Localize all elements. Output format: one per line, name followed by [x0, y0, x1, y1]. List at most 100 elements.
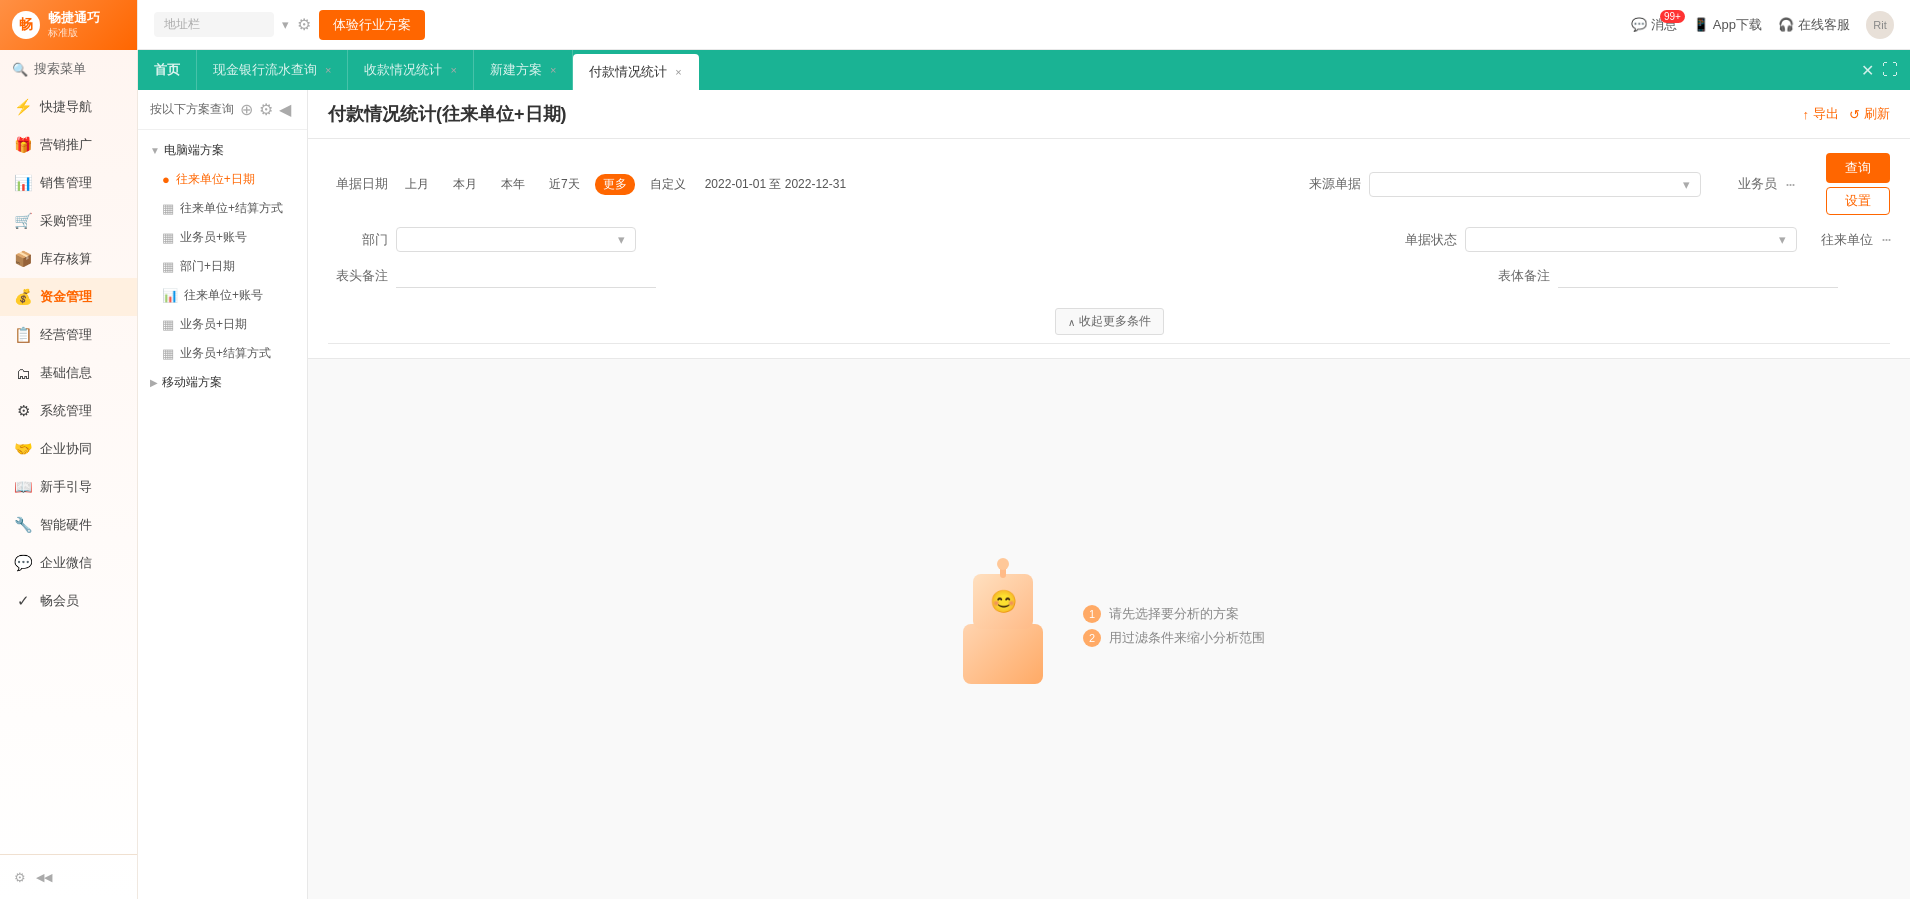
dropdown-arrow-icon[interactable]: ▾: [282, 17, 289, 32]
collapse-conditions-btn[interactable]: 收起更多条件: [1055, 308, 1164, 335]
tab-new-scheme[interactable]: 新建方案 ×: [474, 50, 573, 90]
date-label: 单据日期: [328, 175, 388, 193]
scheme-item-staff-settle-label: 业务员+结算方式: [180, 345, 271, 362]
coop-icon: 🤝: [14, 440, 32, 458]
scheme-group-desktop-header[interactable]: ▼ 电脑端方案: [138, 136, 307, 165]
tab-receipt-stat-close[interactable]: ×: [450, 64, 456, 76]
sidebar-item-label: 基础信息: [40, 364, 92, 382]
status-select[interactable]: [1465, 227, 1797, 252]
chevron-down-icon: ▼: [150, 145, 160, 156]
date-btn-last-month[interactable]: 上月: [396, 173, 438, 196]
tab-receipt-stat[interactable]: 收款情况统计 ×: [348, 50, 473, 90]
message-btn[interactable]: 💬 消息 99+: [1631, 16, 1677, 34]
topbar-left: 地址栏 ▾ ⚙ 体验行业方案: [154, 10, 1619, 40]
online-service-btn[interactable]: 🎧 在线客服: [1778, 16, 1850, 34]
tab-bank-flow-close[interactable]: ×: [325, 64, 331, 76]
collapse-label: 收起更多条件: [1079, 313, 1151, 330]
unit-select-btn[interactable]: ···: [1881, 229, 1890, 250]
scheme-group-mobile-header[interactable]: ▶ 移动端方案: [138, 368, 307, 397]
page-actions: ↑ 导出 ↺ 刷新: [1803, 105, 1891, 123]
app-download-btn[interactable]: 📱 App下载: [1693, 16, 1762, 34]
message-icon: 💬: [1631, 17, 1647, 32]
sidebar-item-label: 销售管理: [40, 174, 92, 192]
empty-texts: 1 请先选择要分析的方案 2 用过滤条件来缩小分析范围: [1083, 605, 1265, 653]
sidebar-item-coop[interactable]: 🤝 企业协同: [0, 430, 137, 468]
sidebar-item-member[interactable]: ✓ 畅会员: [0, 582, 137, 620]
close-all-icon[interactable]: ✕: [1861, 61, 1874, 80]
scheme-item-staff-date-label: 业务员+日期: [180, 316, 247, 333]
purchase-icon: 🛒: [14, 212, 32, 230]
set-btn[interactable]: 设置: [1826, 187, 1890, 215]
scheme-settings-icon[interactable]: ⚙: [259, 100, 273, 119]
user-avatar[interactable]: Rit: [1866, 11, 1894, 39]
logo-sub: 标准版: [48, 26, 100, 40]
scheme-item-staff-settle[interactable]: ▦ 业务员+结算方式: [138, 339, 307, 368]
source-select[interactable]: [1369, 172, 1701, 197]
refresh-btn[interactable]: ↺ 刷新: [1849, 105, 1890, 123]
scheme-item-unit-date[interactable]: ● 往来单位+日期: [138, 165, 307, 194]
tab-payment-stat-close[interactable]: ×: [675, 66, 681, 78]
scheme-item-dept-date[interactable]: ▦ 部门+日期: [138, 252, 307, 281]
collapse-panel-icon[interactable]: ◀: [279, 100, 291, 119]
sidebar-item-label: 企业微信: [40, 554, 92, 572]
tab-payment-stat[interactable]: 付款情况统计 ×: [573, 54, 698, 90]
staff-select-btn[interactable]: ···: [1785, 174, 1794, 195]
industry-btn[interactable]: 体验行业方案: [319, 10, 425, 40]
search-label: 搜索菜单: [34, 60, 86, 78]
scheme-item-staff-date[interactable]: ▦ 业务员+日期: [138, 310, 307, 339]
main: 地址栏 ▾ ⚙ 体验行业方案 💬 消息 99+ 📱 App下载 🎧 在线客服 R…: [138, 0, 1910, 899]
search-menu[interactable]: 🔍 搜索菜单: [0, 50, 137, 88]
sidebar-item-quick-nav[interactable]: ⚡ 快捷导航: [0, 88, 137, 126]
sidebar-item-purchase[interactable]: 🛒 采购管理: [0, 202, 137, 240]
expand-icon[interactable]: ⛶: [1882, 61, 1898, 79]
dept-select[interactable]: [396, 227, 636, 252]
date-btn-this-year[interactable]: 本年: [492, 173, 534, 196]
date-btn-more[interactable]: 更多: [595, 174, 635, 195]
tab-new-scheme-close[interactable]: ×: [550, 64, 556, 76]
tab-home[interactable]: 首页: [138, 50, 197, 90]
system-icon: ⚙: [14, 402, 32, 420]
sidebar-item-sales[interactable]: 📊 销售管理: [0, 164, 137, 202]
scheme-item-unit-settle[interactable]: ▦ 往来单位+结算方式: [138, 194, 307, 223]
tab-bank-flow[interactable]: 现金银行流水查询 ×: [197, 50, 348, 90]
sidebar-item-label: 新手引导: [40, 478, 92, 496]
collapse-icon[interactable]: ◀◀: [36, 871, 52, 884]
settings-gear-icon[interactable]: ⚙: [297, 15, 311, 34]
date-btn-custom[interactable]: 自定义: [641, 173, 695, 196]
dept-label: 部门: [328, 231, 388, 249]
basic-icon: 🗂: [14, 364, 32, 382]
export-icon: ↑: [1803, 107, 1810, 122]
sidebar-nav: ⚡ 快捷导航 🎁 营销推广 📊 销售管理 🛒 采购管理 📦 库存核算 💰 资金管…: [0, 88, 137, 854]
scheme-item-staff-date-icon: ▦: [162, 317, 174, 332]
export-btn[interactable]: ↑ 导出: [1803, 105, 1840, 123]
sidebar-item-label: 智能硬件: [40, 516, 92, 534]
date-btn-7days[interactable]: 近7天: [540, 173, 589, 196]
add-scheme-btn[interactable]: ⊕: [240, 100, 253, 119]
dept-dropdown-icon: [618, 232, 625, 247]
sidebar-item-capital[interactable]: 💰 资金管理: [0, 278, 137, 316]
sidebar: 畅 畅捷通巧 标准版 🔍 搜索菜单 ⚡ 快捷导航 🎁 营销推广 📊 销售管理 🛒…: [0, 0, 138, 899]
date-btn-this-month[interactable]: 本月: [444, 173, 486, 196]
sidebar-item-operation[interactable]: 📋 经营管理: [0, 316, 137, 354]
body-note-input[interactable]: [1558, 264, 1838, 288]
sidebar-item-system[interactable]: ⚙ 系统管理: [0, 392, 137, 430]
sidebar-item-hardware[interactable]: 🔧 智能硬件: [0, 506, 137, 544]
body-note-label: 表体备注: [1490, 267, 1550, 285]
scheme-item-unit-account[interactable]: 📊 往来单位+账号: [138, 281, 307, 310]
chevron-right-icon: ▶: [150, 377, 158, 388]
filter-col-header-note: 表头备注: [328, 264, 1474, 288]
sidebar-item-label: 库存核算: [40, 250, 92, 268]
sidebar-item-marketing[interactable]: 🎁 营销推广: [0, 126, 137, 164]
sidebar-item-guide[interactable]: 📖 新手引导: [0, 468, 137, 506]
query-btn[interactable]: 查询: [1826, 153, 1890, 183]
inventory-icon: 📦: [14, 250, 32, 268]
scheme-group-desktop-label: 电脑端方案: [164, 142, 224, 159]
scheme-item-staff-account[interactable]: ▦ 业务员+账号: [138, 223, 307, 252]
settings-icon[interactable]: ⚙: [14, 870, 26, 885]
header-note-input[interactable]: [396, 264, 656, 288]
sidebar-item-inventory[interactable]: 📦 库存核算: [0, 240, 137, 278]
empty-content: 😊 1 请先选择要分析的方案 2: [953, 574, 1265, 684]
topbar: 地址栏 ▾ ⚙ 体验行业方案 💬 消息 99+ 📱 App下载 🎧 在线客服 R…: [138, 0, 1910, 50]
sidebar-item-wechat[interactable]: 💬 企业微信: [0, 544, 137, 582]
sidebar-item-basic[interactable]: 🗂 基础信息: [0, 354, 137, 392]
